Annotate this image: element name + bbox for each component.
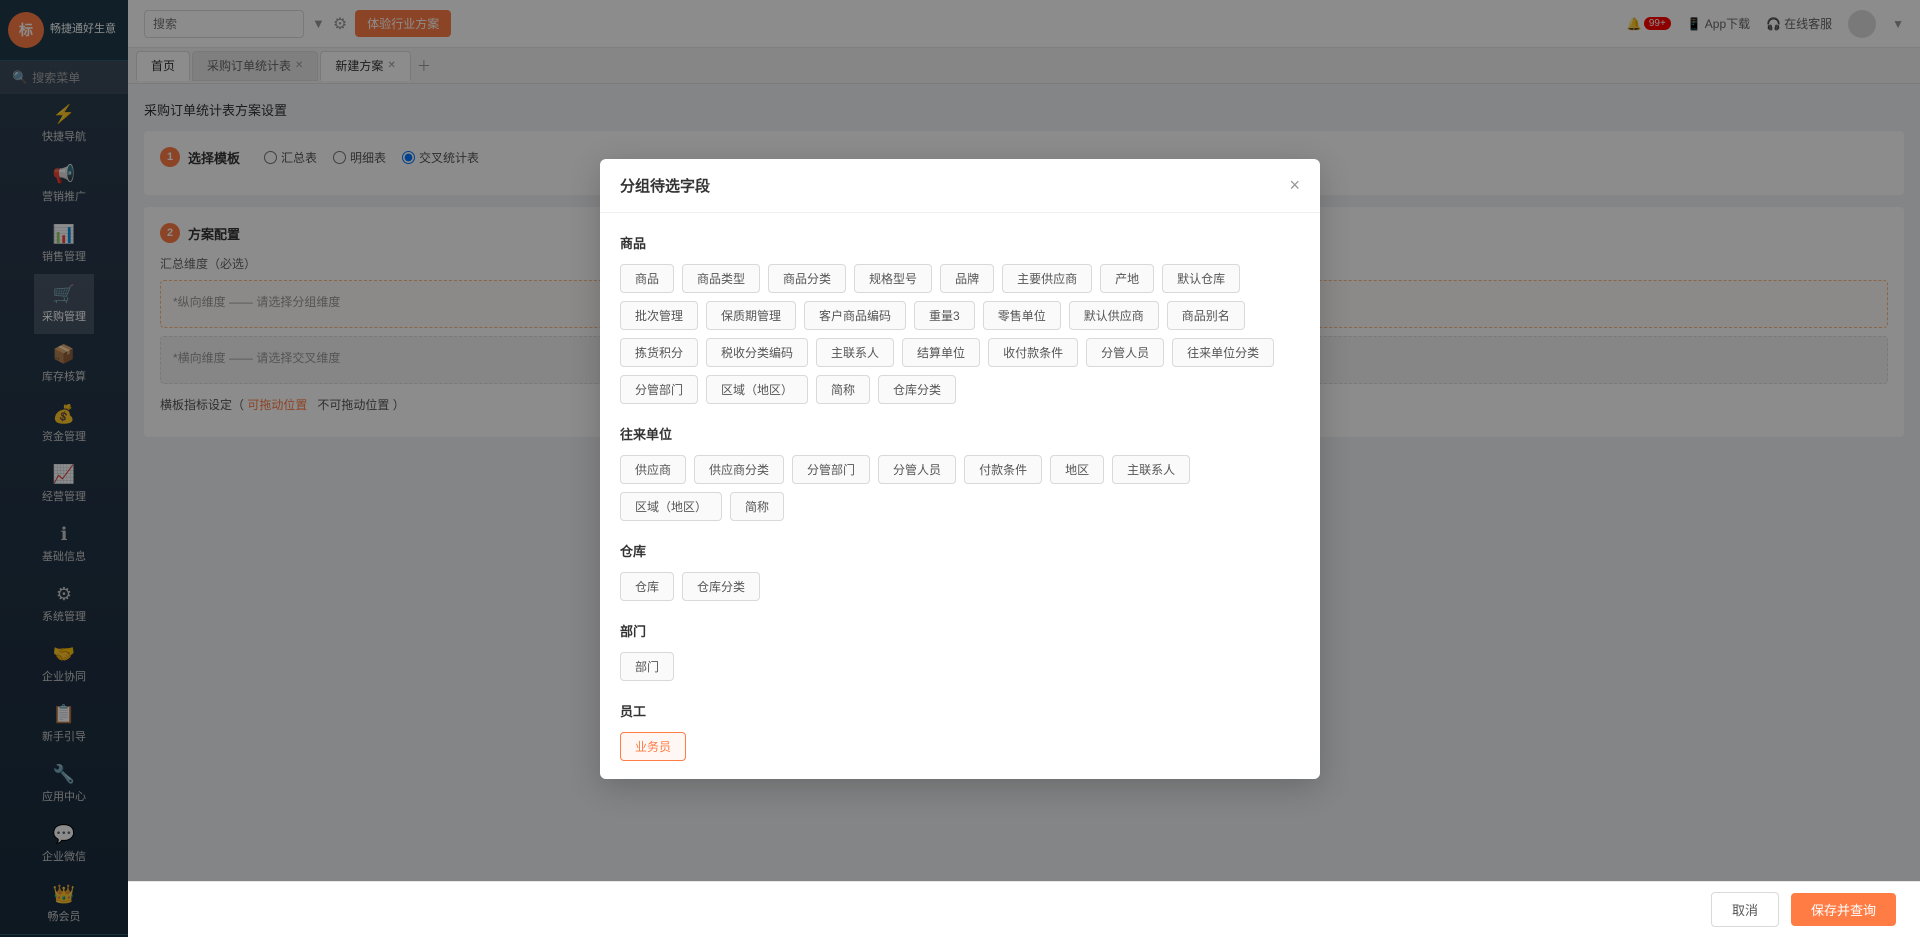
field-tag-批次管理[interactable]: 批次管理: [620, 301, 698, 330]
field-tag-付款条件[interactable]: 付款条件: [964, 455, 1042, 484]
field-tag-规格型号[interactable]: 规格型号: [854, 264, 932, 293]
section-title-员工: 员工: [620, 701, 1300, 720]
field-tag-商品类型[interactable]: 商品类型: [682, 264, 760, 293]
field-tag-商品别名[interactable]: 商品别名: [1167, 301, 1245, 330]
field-grid-商品: 商品商品类型商品分类规格型号品牌主要供应商产地默认仓库批次管理保质期管理客户商品…: [620, 264, 1300, 404]
field-tag-税收分类编码[interactable]: 税收分类编码: [706, 338, 808, 367]
field-tag-分管部门[interactable]: 分管部门: [792, 455, 870, 484]
field-tag-部门[interactable]: 部门: [620, 652, 674, 681]
field-tag-仓库分类[interactable]: 仓库分类: [682, 572, 760, 601]
field-tag-拣货积分[interactable]: 拣货积分: [620, 338, 698, 367]
field-tag-往来单位分类[interactable]: 往来单位分类: [1172, 338, 1274, 367]
section-员工: 员工业务员: [620, 701, 1300, 761]
field-tag-仓库分类[interactable]: 仓库分类: [878, 375, 956, 404]
save-btn[interactable]: 保存并查询: [1791, 893, 1896, 926]
field-tag-分管部门[interactable]: 分管部门: [620, 375, 698, 404]
field-tag-供应商分类[interactable]: 供应商分类: [694, 455, 784, 484]
bottom-bar: 取消 保存并查询: [128, 881, 1920, 937]
section-title-仓库: 仓库: [620, 541, 1300, 560]
field-tag-业务员[interactable]: 业务员: [620, 732, 686, 761]
section-title-部门: 部门: [620, 621, 1300, 640]
section-往来单位: 往来单位供应商供应商分类分管部门分管人员付款条件地区主联系人区域（地区） 简称: [620, 424, 1300, 521]
field-tag-分管人员[interactable]: 分管人员: [878, 455, 956, 484]
field-tag-地区[interactable]: 地区: [1050, 455, 1104, 484]
modal-close-btn[interactable]: ×: [1289, 176, 1300, 194]
field-tag-主联系人[interactable]: 主联系人: [816, 338, 894, 367]
field-tag-区域（地区）[interactable]: 区域（地区）: [706, 375, 808, 404]
field-grid-部门: 部门: [620, 652, 1300, 681]
section-title-往来单位: 往来单位: [620, 424, 1300, 443]
field-grid-员工: 业务员: [620, 732, 1300, 761]
field-tag-商品[interactable]: 商品: [620, 264, 674, 293]
section-商品: 商品商品商品类型商品分类规格型号品牌主要供应商产地默认仓库批次管理保质期管理客户…: [620, 233, 1300, 404]
modal-header: 分组待选字段 ×: [600, 159, 1320, 213]
field-tag-客户商品编码[interactable]: 客户商品编码: [804, 301, 906, 330]
field-tag-仓库[interactable]: 仓库: [620, 572, 674, 601]
field-tag-收付款条件[interactable]: 收付款条件: [988, 338, 1078, 367]
field-tag-供应商[interactable]: 供应商: [620, 455, 686, 484]
field-tag-分管人员[interactable]: 分管人员: [1086, 338, 1164, 367]
field-tag-重量3[interactable]: 重量3: [914, 301, 975, 330]
section-title-商品: 商品: [620, 233, 1300, 252]
field-tag-品牌[interactable]: 品牌: [940, 264, 994, 293]
modal-title: 分组待选字段: [620, 175, 710, 196]
field-tag-区域（地区）[interactable]: 区域（地区）: [620, 492, 722, 521]
field-tag-零售单位[interactable]: 零售单位: [983, 301, 1061, 330]
field-tag-商品分类[interactable]: 商品分类: [768, 264, 846, 293]
field-tag-主要供应商[interactable]: 主要供应商: [1002, 264, 1092, 293]
field-tag-产地[interactable]: 产地: [1100, 264, 1154, 293]
field-select-modal: 分组待选字段 × 商品商品商品类型商品分类规格型号品牌主要供应商产地默认仓库批次…: [600, 159, 1320, 779]
field-tag-默认仓库[interactable]: 默认仓库: [1162, 264, 1240, 293]
field-tag-默认供应商[interactable]: 默认供应商: [1069, 301, 1159, 330]
field-tag-主联系人[interactable]: 主联系人: [1112, 455, 1190, 484]
field-tag-简称[interactable]: 简称: [730, 492, 784, 521]
field-tag-简称[interactable]: 简称: [816, 375, 870, 404]
section-仓库: 仓库仓库仓库分类: [620, 541, 1300, 601]
field-tag-保质期管理[interactable]: 保质期管理: [706, 301, 796, 330]
modal-body: 商品商品商品类型商品分类规格型号品牌主要供应商产地默认仓库批次管理保质期管理客户…: [600, 213, 1320, 779]
section-部门: 部门部门: [620, 621, 1300, 681]
cancel-btn[interactable]: 取消: [1711, 892, 1779, 927]
field-tag-结算单位[interactable]: 结算单位: [902, 338, 980, 367]
field-grid-仓库: 仓库仓库分类: [620, 572, 1300, 601]
field-grid-往来单位: 供应商供应商分类分管部门分管人员付款条件地区主联系人区域（地区） 简称: [620, 455, 1300, 521]
